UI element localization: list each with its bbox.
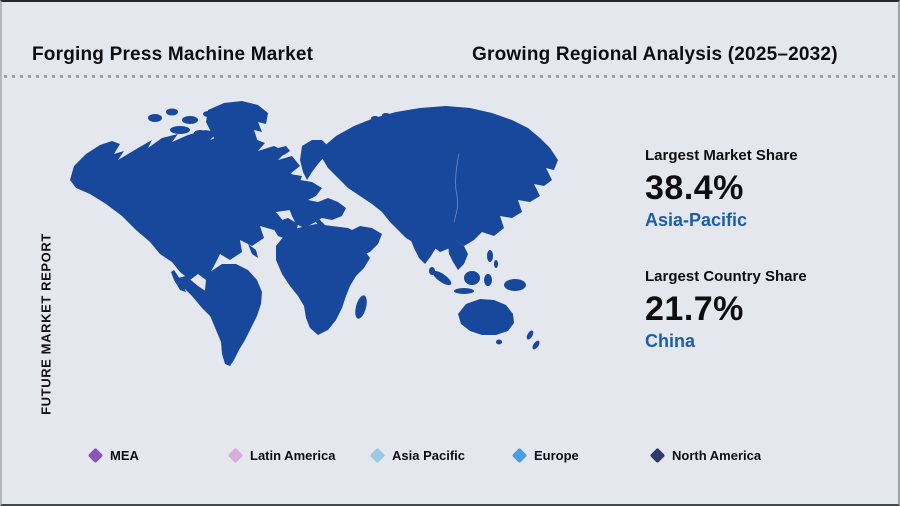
legend-item-asia-pacific: Asia Pacific — [369, 447, 465, 464]
world-map-svg — [70, 101, 558, 366]
legend-item-north-america: North America — [649, 447, 762, 464]
legend-item-latin-america: Latin America — [227, 447, 336, 464]
country-share-value: 21.7% — [645, 290, 744, 328]
country-share-stat: Largest Country Share 21.7% China — [645, 268, 807, 352]
mea-diamond-icon — [87, 447, 104, 464]
country-share-region: China — [645, 331, 696, 352]
country-share-label: Largest Country Share — [645, 268, 807, 285]
latin-america-diamond-icon — [227, 447, 244, 464]
market-share-label: Largest Market Share — [645, 147, 798, 164]
market-share-stat: Largest Market Share 38.4% Asia-Pacific — [645, 147, 798, 231]
legend-label: Latin America — [250, 448, 336, 463]
market-share-value: 38.4% — [645, 169, 744, 207]
legend-item-mea: MEA — [87, 447, 139, 464]
market-share-region: Asia-Pacific — [645, 210, 748, 231]
legend: MEA Latin America Asia Pacific Europe No… — [2, 447, 898, 468]
europe-diamond-icon — [511, 447, 528, 464]
legend-label: Europe — [534, 448, 579, 463]
north-america-diamond-icon — [649, 447, 666, 464]
page-subtitle: Growing Regional Analysis (2025–2032) — [472, 44, 838, 65]
dotted-divider — [4, 75, 896, 78]
world-map — [60, 88, 622, 406]
legend-label: North America — [672, 448, 762, 463]
legend-label: MEA — [110, 448, 139, 463]
brand-watermark: FUTURE MARKET REPORT — [38, 233, 54, 415]
asia-pacific-diamond-icon — [369, 447, 386, 464]
legend-label: Asia Pacific — [392, 448, 465, 463]
page-title: Forging Press Machine Market — [32, 44, 314, 65]
legend-item-europe: Europe — [511, 447, 579, 464]
infographic-canvas: Forging Press Machine Market Growing Reg… — [0, 0, 900, 506]
